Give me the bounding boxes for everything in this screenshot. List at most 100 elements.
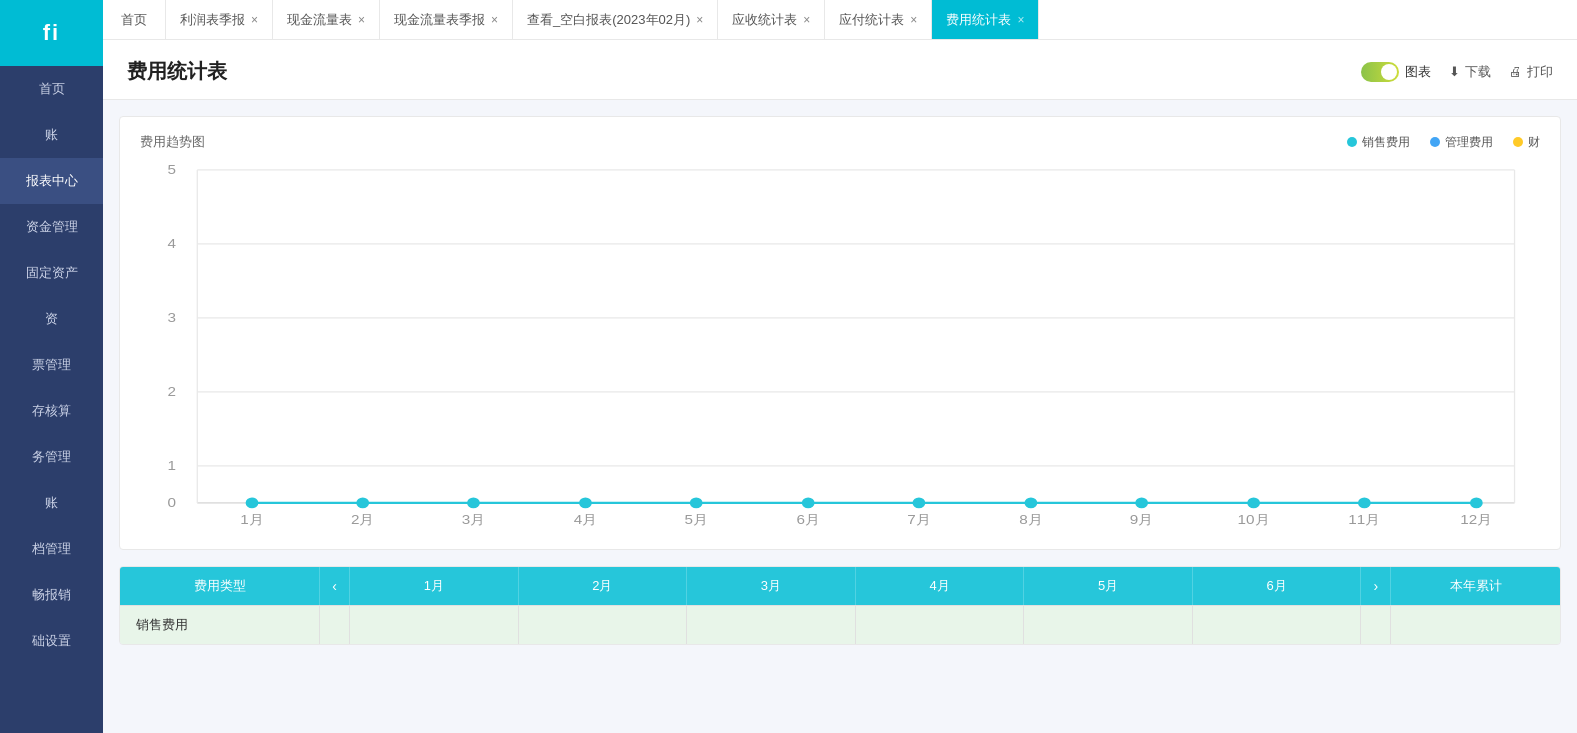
- tab-cashflow[interactable]: 现金流量表 ×: [273, 0, 380, 39]
- sidebar-logo: fi: [0, 0, 103, 66]
- download-button[interactable]: ⬇ 下载: [1449, 63, 1491, 81]
- tab-payable[interactable]: 应付统计表 ×: [825, 0, 932, 39]
- th-nav-next[interactable]: ›: [1361, 567, 1391, 605]
- legend-label-finance: 财: [1528, 134, 1540, 151]
- th-expense-type: 费用类型: [120, 567, 320, 605]
- sidebar-item-assets[interactable]: 固定资产: [0, 250, 103, 296]
- legend-admin: 管理费用: [1430, 134, 1493, 151]
- sidebar-item-fund[interactable]: 资金管理: [0, 204, 103, 250]
- tab-close-cashflow[interactable]: ×: [358, 13, 365, 27]
- table-row-sales: 销售费用: [120, 605, 1560, 644]
- sidebar-item-invoice[interactable]: 票管理: [0, 342, 103, 388]
- chart-legend: 销售费用 管理费用 财: [1347, 134, 1540, 151]
- td-sales-m4: [856, 606, 1025, 644]
- content-area: 费用统计表 图表 ⬇ 下载 🖨 打印 费用趋势图: [103, 40, 1577, 733]
- svg-text:2: 2: [168, 384, 177, 399]
- legend-dot-sales: [1347, 137, 1357, 147]
- tab-close-blank-report[interactable]: ×: [696, 13, 703, 27]
- svg-point-27: [356, 497, 369, 508]
- svg-text:12月: 12月: [1460, 512, 1492, 527]
- td-sales-m1: [350, 606, 519, 644]
- tab-expense-stats[interactable]: 费用统计表 ×: [932, 0, 1039, 39]
- td-sales-m6: [1193, 606, 1362, 644]
- sidebar-item-expense[interactable]: 畅报销: [0, 572, 103, 618]
- svg-point-33: [1025, 497, 1038, 508]
- chart-toggle-container[interactable]: 图表: [1361, 62, 1431, 82]
- print-icon: 🖨: [1509, 64, 1522, 79]
- print-label: 打印: [1527, 63, 1553, 81]
- th-month-3: 3月: [687, 567, 856, 605]
- td-expense-type-sales: 销售费用: [120, 606, 320, 644]
- svg-text:8月: 8月: [1019, 512, 1043, 527]
- page-title: 费用统计表: [127, 58, 227, 85]
- svg-text:6月: 6月: [796, 512, 820, 527]
- svg-point-36: [1358, 497, 1371, 508]
- svg-text:3: 3: [168, 310, 177, 325]
- tab-close-cashflow-quarterly[interactable]: ×: [491, 13, 498, 27]
- svg-point-35: [1247, 497, 1260, 508]
- sidebar-item-inventory[interactable]: 存核算: [0, 388, 103, 434]
- svg-text:10月: 10月: [1238, 512, 1270, 527]
- svg-point-28: [467, 497, 480, 508]
- chart-header: 费用趋势图 销售费用 管理费用 财: [140, 133, 1540, 151]
- page-header: 费用统计表 图表 ⬇ 下载 🖨 打印: [103, 40, 1577, 100]
- th-month-6: 6月: [1193, 567, 1362, 605]
- tab-cashflow-quarterly[interactable]: 现金流量表季报 ×: [380, 0, 513, 39]
- tab-receivable[interactable]: 应收统计表 ×: [718, 0, 825, 39]
- th-nav-prev[interactable]: ‹: [320, 567, 350, 605]
- svg-text:2月: 2月: [351, 512, 375, 527]
- sidebar-item-account[interactable]: 账: [0, 112, 103, 158]
- svg-text:9月: 9月: [1130, 512, 1154, 527]
- sidebar-item-settings[interactable]: 础设置: [0, 618, 103, 664]
- legend-sales: 销售费用: [1347, 134, 1410, 151]
- table-section: 费用类型 ‹ 1月 2月 3月 4月 5月 6月 › 本年累计 销售费用: [119, 566, 1561, 645]
- tab-close-payable[interactable]: ×: [910, 13, 917, 27]
- svg-text:5: 5: [168, 162, 177, 177]
- tab-bar: 首页 利润表季报 × 现金流量表 × 现金流量表季报 × 查看_空白报表(202…: [103, 0, 1577, 40]
- svg-point-29: [579, 497, 592, 508]
- td-sales-nav2: [1361, 606, 1391, 644]
- th-month-5: 5月: [1024, 567, 1193, 605]
- svg-point-30: [690, 497, 703, 508]
- header-actions: 图表 ⬇ 下载 🖨 打印: [1361, 62, 1553, 82]
- table-header-row: 费用类型 ‹ 1月 2月 3月 4月 5月 6月 › 本年累计: [120, 567, 1560, 605]
- sidebar-item-capital[interactable]: 资: [0, 296, 103, 342]
- svg-text:0: 0: [168, 495, 177, 510]
- legend-finance: 财: [1513, 134, 1540, 151]
- sidebar-item-ledger[interactable]: 账: [0, 480, 103, 526]
- legend-label-admin: 管理费用: [1445, 134, 1493, 151]
- svg-text:4: 4: [168, 236, 177, 251]
- chart-toggle-label: 图表: [1405, 63, 1431, 81]
- svg-point-26: [246, 497, 259, 508]
- print-button[interactable]: 🖨 打印: [1509, 63, 1553, 81]
- chart-title: 费用趋势图: [140, 133, 205, 151]
- th-yearly-total: 本年累计: [1391, 567, 1560, 605]
- svg-text:3月: 3月: [462, 512, 486, 527]
- sidebar-item-reports[interactable]: 报表中心: [0, 158, 103, 204]
- td-sales-m3: [687, 606, 856, 644]
- main-area: 首页 利润表季报 × 现金流量表 × 现金流量表季报 × 查看_空白报表(202…: [103, 0, 1577, 733]
- legend-label-sales: 销售费用: [1362, 134, 1410, 151]
- tab-close-profit-quarterly[interactable]: ×: [251, 13, 258, 27]
- tab-profit-quarterly[interactable]: 利润表季报 ×: [166, 0, 273, 39]
- svg-point-32: [913, 497, 926, 508]
- sidebar-item-archive[interactable]: 档管理: [0, 526, 103, 572]
- td-sales-nav: [320, 606, 350, 644]
- sidebar: fi 首页 账 报表中心 资金管理 固定资产 资 票管理 存核算 务管理 账 档…: [0, 0, 103, 733]
- tab-home[interactable]: 首页: [103, 0, 166, 39]
- sidebar-item-home[interactable]: 首页: [0, 66, 103, 112]
- svg-text:1: 1: [168, 458, 177, 473]
- tab-close-receivable[interactable]: ×: [803, 13, 810, 27]
- th-month-4: 4月: [856, 567, 1025, 605]
- chart-toggle[interactable]: [1361, 62, 1399, 82]
- chart-section: 费用趋势图 销售费用 管理费用 财: [119, 116, 1561, 550]
- svg-point-37: [1470, 497, 1483, 508]
- sidebar-item-service[interactable]: 务管理: [0, 434, 103, 480]
- td-sales-m5: [1024, 606, 1193, 644]
- th-month-2: 2月: [519, 567, 688, 605]
- svg-text:5月: 5月: [684, 512, 708, 527]
- svg-point-34: [1135, 497, 1148, 508]
- tab-blank-report[interactable]: 查看_空白报表(2023年02月) ×: [513, 0, 718, 39]
- tab-close-expense-stats[interactable]: ×: [1017, 13, 1024, 27]
- legend-dot-admin: [1430, 137, 1440, 147]
